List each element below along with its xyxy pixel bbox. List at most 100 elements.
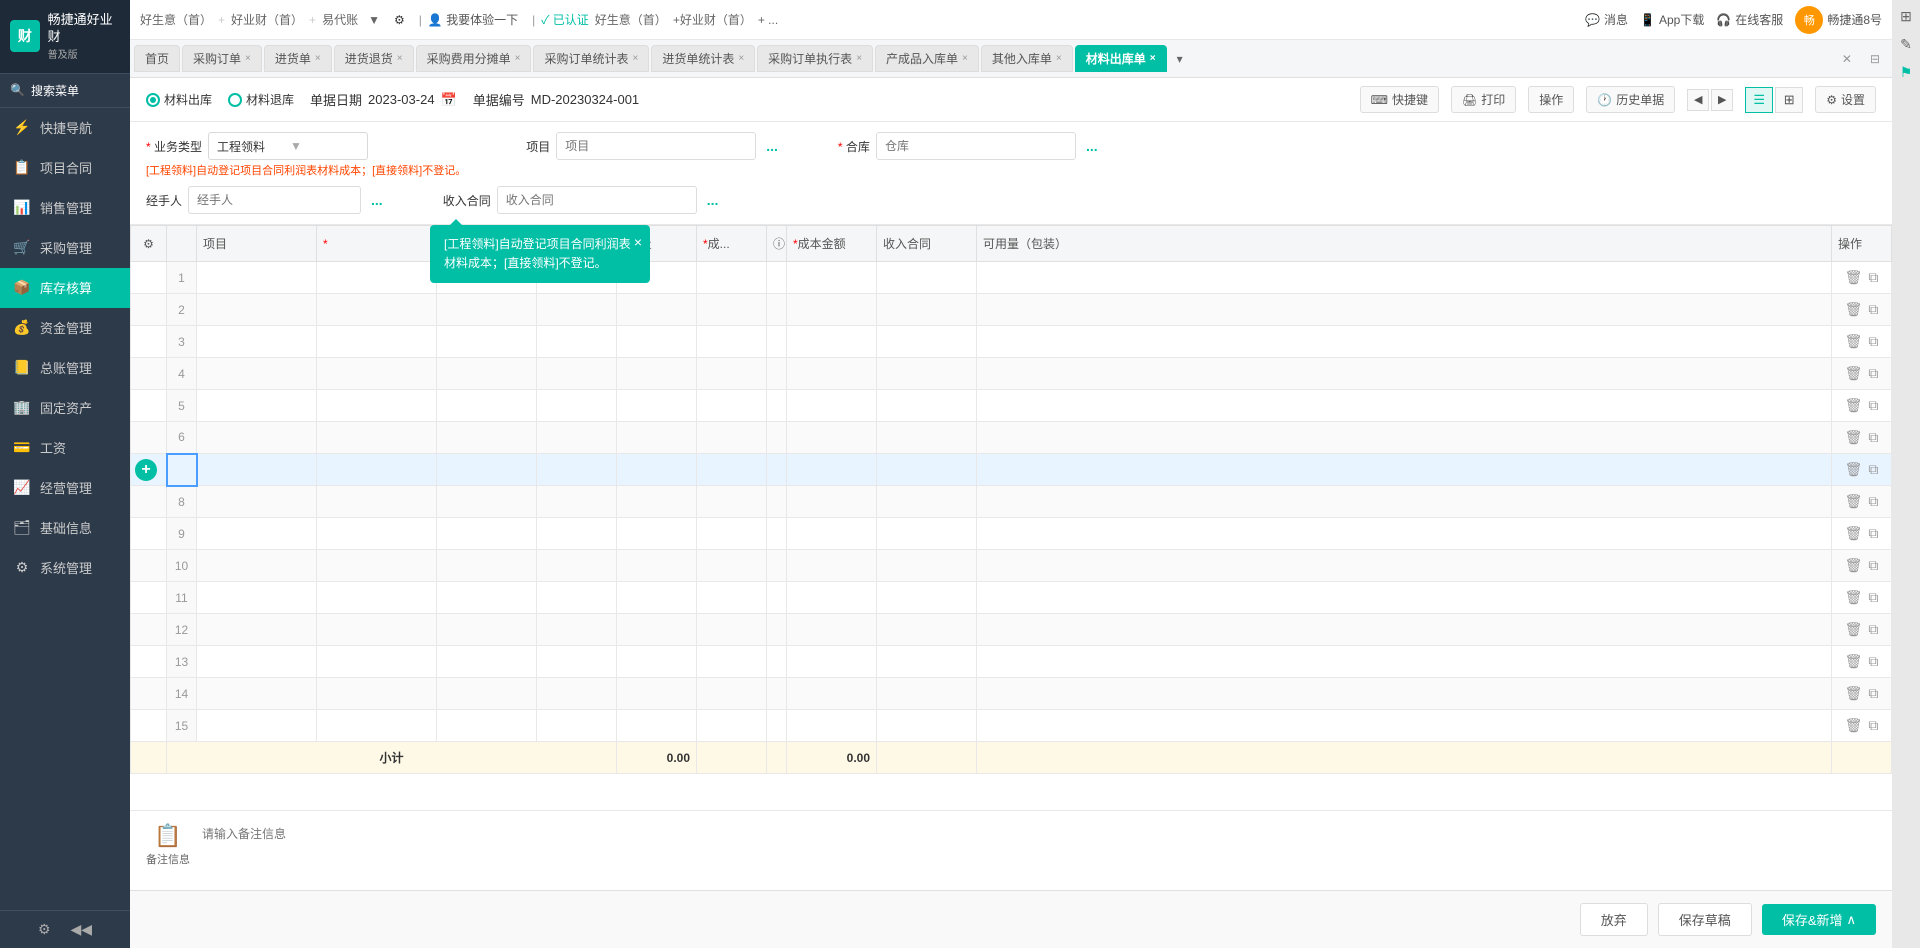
delete-icon[interactable]: 🗑 <box>1845 333 1863 350</box>
row-settings[interactable] <box>131 262 167 294</box>
copy-icon[interactable]: ⧉ <box>1868 621 1878 638</box>
row-project[interactable] <box>197 710 317 742</box>
delete-icon[interactable]: 🗑 <box>1845 429 1863 446</box>
row-name[interactable] <box>317 614 437 646</box>
row-project[interactable] <box>197 518 317 550</box>
right-icon-1[interactable]: ⊞ <box>1894 4 1918 28</box>
sidebar-item-kucun[interactable]: 📦 库存核算 <box>0 268 130 308</box>
row-income-contract[interactable] <box>877 454 977 486</box>
row-settings[interactable] <box>131 614 167 646</box>
sidebar-item-jingying[interactable]: 📈 经营管理 <box>0 468 130 508</box>
discard-btn[interactable]: 放弃 <box>1580 903 1648 936</box>
service-btn[interactable]: 🎧 在线客服 <box>1716 11 1783 28</box>
row-cost[interactable] <box>697 422 767 454</box>
row-quantity[interactable] <box>617 646 697 678</box>
row-project[interactable] <box>197 422 317 454</box>
row-spec[interactable] <box>437 678 537 710</box>
sidebar-item-gudingzichan[interactable]: 🏢 固定资产 <box>0 388 130 428</box>
row-settings[interactable] <box>131 422 167 454</box>
tab-purchase-stat[interactable]: 采购订单统计表 × <box>533 45 649 72</box>
row-unit[interactable] <box>537 486 617 518</box>
row-cost-amount[interactable] <box>787 678 877 710</box>
row-settings[interactable]: + <box>131 454 167 486</box>
delete-icon[interactable]: 🗑 <box>1845 397 1863 414</box>
row-cost-amount[interactable] <box>787 358 877 390</box>
right-icon-3[interactable]: ⚑ <box>1894 60 1918 84</box>
row-quantity[interactable] <box>617 294 697 326</box>
project-dots-btn[interactable]: ... <box>766 138 778 154</box>
col-header-cost-info[interactable]: ⓘ <box>767 226 787 262</box>
history-btn[interactable]: 🕐 历史单据 <box>1586 86 1675 113</box>
tab-close-icon[interactable]: × <box>856 53 862 64</box>
tooltip-close-btn[interactable]: × <box>634 231 642 253</box>
tag-good-biz2[interactable]: 好生意（首） <box>595 11 667 28</box>
row-cost[interactable] <box>697 454 767 486</box>
row-cost-amount[interactable] <box>787 518 877 550</box>
row-income-contract[interactable] <box>877 422 977 454</box>
sidebar-item-jichu[interactable]: 🗂 基础信息 <box>0 508 130 548</box>
row-project[interactable] <box>197 358 317 390</box>
copy-icon[interactable]: ⧉ <box>1868 365 1878 382</box>
warehouse-dots-btn[interactable]: ... <box>1086 138 1098 154</box>
row-quantity[interactable] <box>617 422 697 454</box>
row-unit[interactable] <box>537 358 617 390</box>
tab-home[interactable]: 首页 <box>134 45 180 72</box>
sidebar-item-zhangmu[interactable]: 📒 总账管理 <box>0 348 130 388</box>
list-view-btn[interactable]: ☰ <box>1745 87 1773 113</box>
row-cost[interactable] <box>697 678 767 710</box>
row-income-contract[interactable] <box>877 518 977 550</box>
row-spec[interactable] <box>437 518 537 550</box>
income-contract-input[interactable] <box>497 186 697 214</box>
row-cost[interactable] <box>697 614 767 646</box>
tab-close-icon[interactable]: × <box>1150 53 1156 64</box>
message-btn[interactable]: 💬 消息 <box>1585 11 1628 28</box>
row-spec[interactable] <box>437 358 537 390</box>
page-settings-btn[interactable]: ⚙ 设置 <box>1815 86 1876 113</box>
save-draft-btn[interactable]: 保存草稿 <box>1658 903 1752 936</box>
row-cost-amount[interactable] <box>787 294 877 326</box>
row-cost[interactable] <box>697 358 767 390</box>
row-project[interactable] <box>197 262 317 294</box>
tab-goods-stat[interactable]: 进货单统计表 × <box>651 45 755 72</box>
copy-icon[interactable]: ⧉ <box>1868 525 1878 542</box>
warehouse-input[interactable] <box>876 132 1076 160</box>
row-name[interactable] <box>317 678 437 710</box>
operation-btn[interactable]: 操作 <box>1528 86 1574 113</box>
row-spec[interactable] <box>437 390 537 422</box>
row-income-contract[interactable] <box>877 710 977 742</box>
row-unit[interactable] <box>537 614 617 646</box>
row-quantity[interactable] <box>617 358 697 390</box>
row-settings[interactable] <box>131 294 167 326</box>
sidebar-item-xiaoshou[interactable]: 📊 销售管理 <box>0 188 130 228</box>
copy-icon[interactable]: ⧉ <box>1868 461 1878 478</box>
row-input-2[interactable] <box>197 454 317 486</box>
row-cost-amount[interactable] <box>787 710 877 742</box>
row-project[interactable] <box>317 454 437 486</box>
tag-more[interactable]: + ... <box>758 13 778 27</box>
tab-manage[interactable]: ⊟ <box>1862 48 1888 70</box>
tab-goods-return[interactable]: 进货退货 × <box>334 45 414 72</box>
row-unit[interactable] <box>537 422 617 454</box>
copy-icon[interactable]: ⧉ <box>1868 685 1878 702</box>
settings-bottom-icon[interactable]: ⚙ <box>38 921 51 938</box>
row-project[interactable] <box>197 678 317 710</box>
row-unit[interactable] <box>537 390 617 422</box>
sidebar-search[interactable]: 🔍 搜索菜单 <box>0 74 130 108</box>
right-icon-2[interactable]: ✎ <box>1894 32 1918 56</box>
row-cost-amount[interactable] <box>787 454 877 486</box>
business-type-select[interactable]: 工程领料 ▼ <box>208 132 368 160</box>
app-download-btn[interactable]: 📱 App下载 <box>1640 11 1704 28</box>
tab-purchase-expense[interactable]: 采购费用分摊单 × <box>416 45 532 72</box>
row-income-contract[interactable] <box>877 646 977 678</box>
row-name[interactable] <box>317 294 437 326</box>
row-cost-amount[interactable] <box>787 262 877 294</box>
row-name[interactable] <box>317 358 437 390</box>
row-cost[interactable] <box>697 646 767 678</box>
tag-good-finance[interactable]: 好业财（首） <box>231 11 303 28</box>
row-input-1[interactable] <box>167 454 197 486</box>
tab-product-in[interactable]: 产成品入库单 × <box>875 45 979 72</box>
radio-material-return[interactable]: 材料退库 <box>228 91 294 108</box>
project-input[interactable] <box>556 132 756 160</box>
row-cost[interactable] <box>697 486 767 518</box>
tag-good-finance2[interactable]: +好业财（首） <box>673 11 752 28</box>
